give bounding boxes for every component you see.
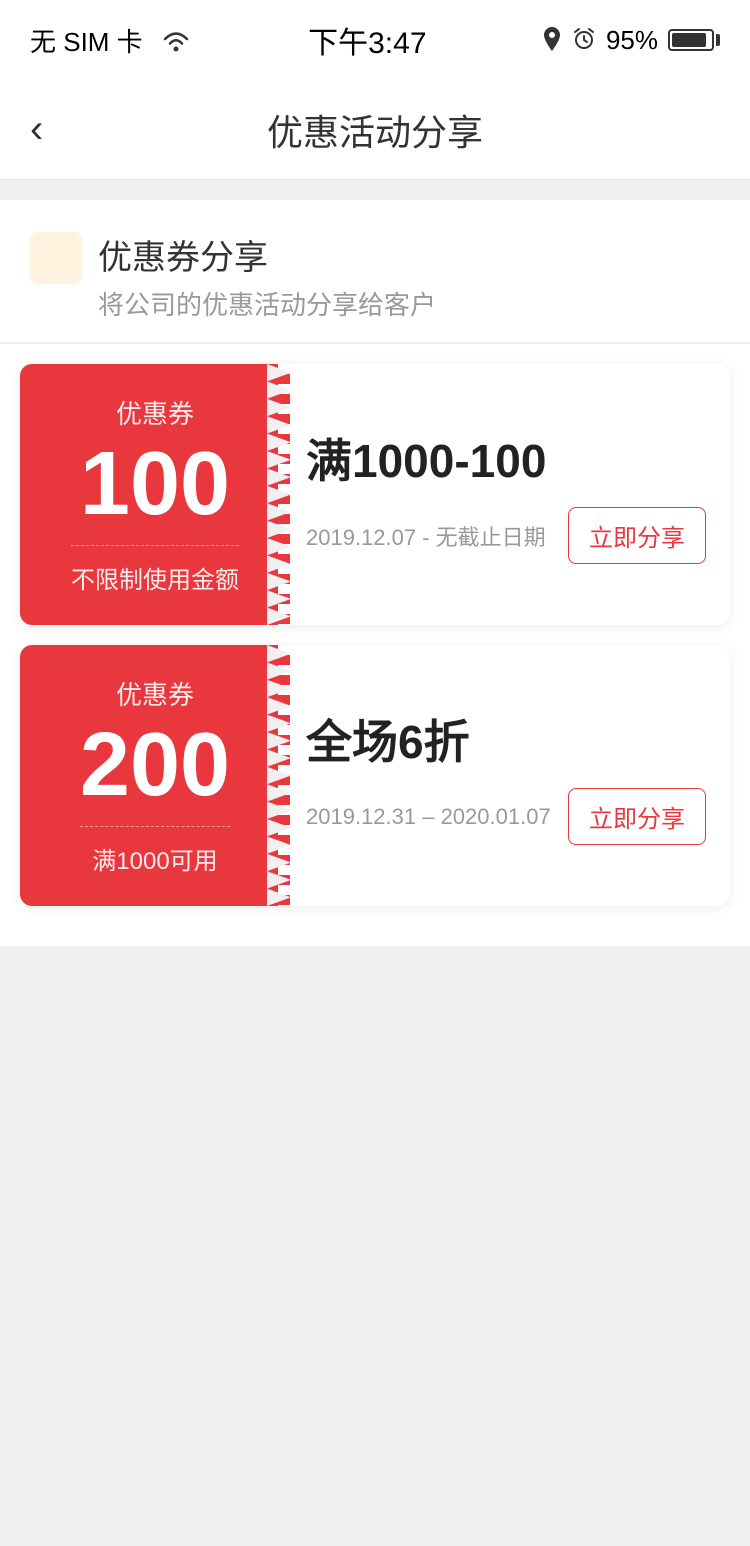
coupon-name-0: 满1000-100 [306, 425, 706, 491]
coupon-left-panel: 优惠券 200 满1000可用 [20, 645, 290, 906]
coupon-section-icon: 🏷 [30, 232, 82, 284]
status-left: 无 SIM 卡 [30, 22, 193, 59]
battery-icon [668, 29, 720, 51]
coupon-condition-1: 满1000可用 [92, 841, 217, 876]
alarm-icon [572, 27, 596, 53]
nav-title: 优惠活动分享 [267, 104, 483, 156]
status-right: 95% [542, 25, 720, 56]
coupon-label-1: 优惠券 [116, 675, 194, 712]
section-text: 优惠券分享 将公司的优惠活动分享给客户 [98, 230, 436, 322]
coupon-left-panel: 优惠券 100 不限制使用金额 [20, 364, 290, 625]
section-header: 🏷 优惠券分享 将公司的优惠活动分享给客户 [0, 200, 750, 342]
coupon-label-0: 优惠券 [116, 394, 194, 431]
status-time: 下午3:47 [308, 18, 426, 62]
wifi-icon [159, 27, 193, 53]
serrated-edge [267, 645, 291, 906]
coupon-divider [71, 545, 239, 546]
status-bar: 无 SIM 卡 下午3:47 95% [0, 0, 750, 80]
battery-percent: 95% [606, 25, 658, 56]
section-desc: 将公司的优惠活动分享给客户 [98, 285, 436, 322]
coupon-list: 优惠券 100 不限制使用金额 满1000-100 2019.12.07 - 无… [0, 344, 750, 946]
coupon-condition-0: 不限制使用金额 [71, 560, 239, 595]
serrated-edge [267, 364, 291, 625]
coupon-meta-1: 2019.12.31 – 2020.01.07 立即分享 [306, 788, 706, 845]
coupon-card: 优惠券 100 不限制使用金额 满1000-100 2019.12.07 - 无… [20, 364, 730, 625]
coupon-divider [80, 826, 230, 827]
coupon-left-inner: 优惠券 200 满1000可用 [80, 675, 230, 876]
section-title: 优惠券分享 [98, 230, 436, 279]
coupon-date-0: 2019.12.07 - 无截止日期 [306, 520, 556, 552]
location-icon [542, 27, 562, 53]
coupon-meta-0: 2019.12.07 - 无截止日期 立即分享 [306, 507, 706, 564]
coupon-date-1: 2019.12.31 – 2020.01.07 [306, 804, 556, 830]
coupon-right-panel: 全场6折 2019.12.31 – 2020.01.07 立即分享 [290, 645, 730, 906]
back-button[interactable]: ‹ [30, 107, 43, 152]
coupon-amount-1: 200 [80, 720, 230, 810]
share-button-1[interactable]: 立即分享 [568, 788, 706, 845]
coupon-name-1: 全场6折 [306, 706, 706, 772]
share-button-0[interactable]: 立即分享 [568, 507, 706, 564]
coupon-left-inner: 优惠券 100 不限制使用金额 [71, 394, 239, 595]
coupon-card: 优惠券 200 满1000可用 全场6折 2019.12.31 – 2020.0… [20, 645, 730, 906]
carrier-label: 无 SIM 卡 [30, 22, 143, 59]
nav-bar: ‹ 优惠活动分享 [0, 80, 750, 180]
coupon-right-panel: 满1000-100 2019.12.07 - 无截止日期 立即分享 [290, 364, 730, 625]
coupon-amount-0: 100 [80, 439, 230, 529]
empty-area [0, 946, 750, 1546]
